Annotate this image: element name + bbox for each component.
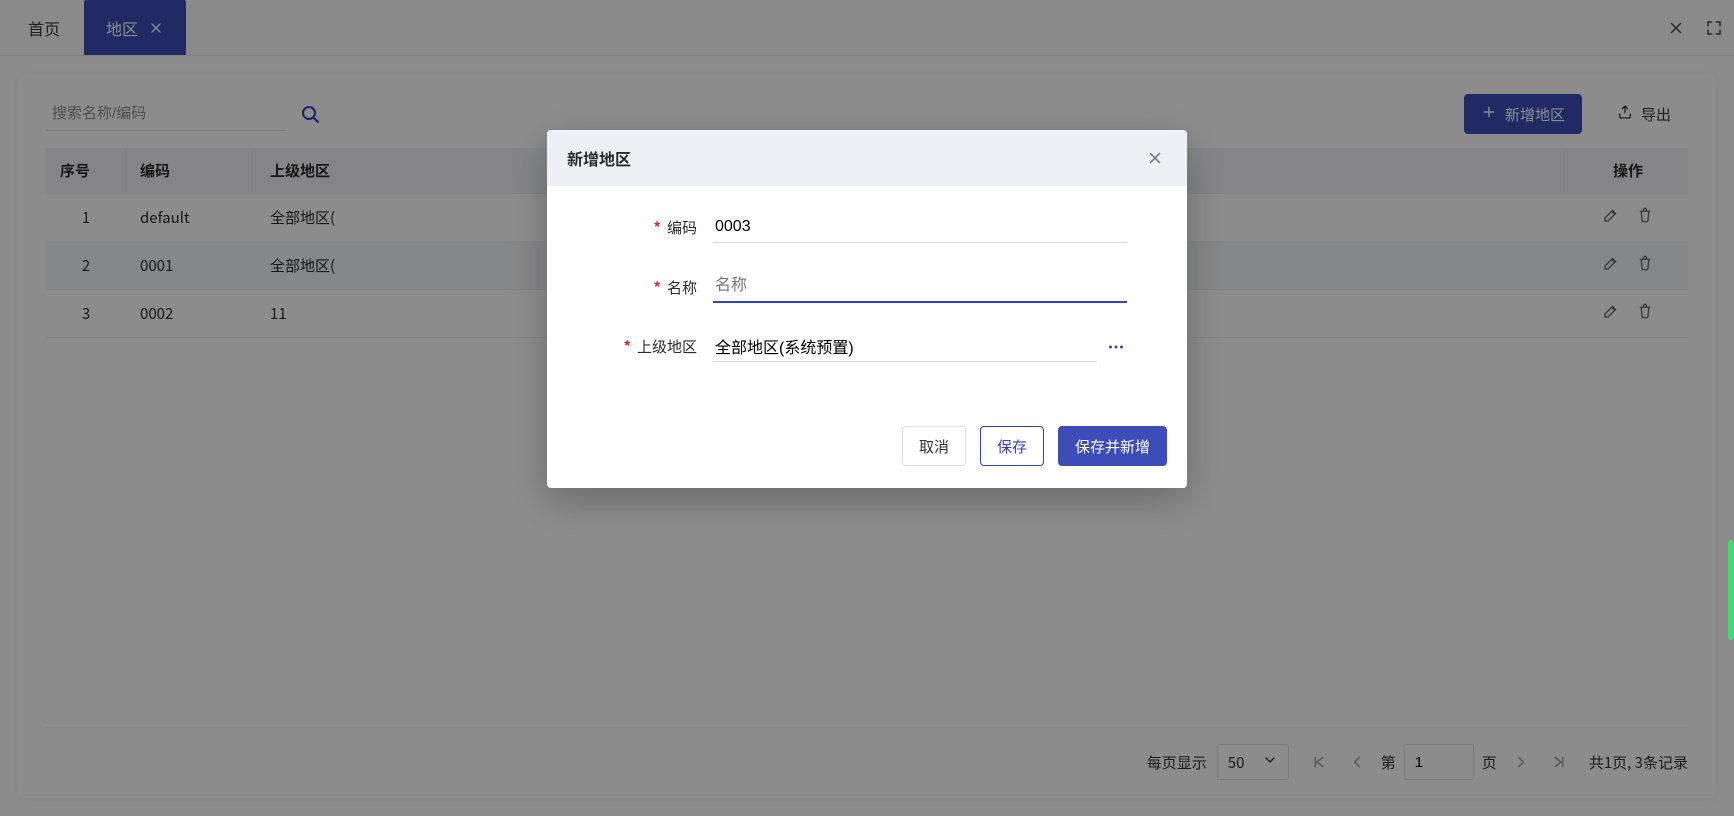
modal-overlay: 新增地区 *编码 *名称 *上级地区 bbox=[0, 0, 1734, 816]
add-region-modal: 新增地区 *编码 *名称 *上级地区 bbox=[547, 130, 1187, 488]
code-input[interactable] bbox=[713, 212, 1127, 243]
save-button[interactable]: 保存 bbox=[980, 426, 1044, 466]
parent-region-input[interactable] bbox=[713, 331, 1097, 362]
name-input[interactable] bbox=[713, 271, 1127, 303]
save-and-add-button[interactable]: 保存并新增 bbox=[1058, 426, 1167, 466]
cancel-button[interactable]: 取消 bbox=[902, 426, 966, 466]
modal-title: 新增地区 bbox=[567, 146, 631, 170]
field-label-parent: *上级地区 bbox=[607, 336, 697, 357]
open-picker-icon[interactable] bbox=[1105, 336, 1127, 358]
scrollbar-accent bbox=[1728, 540, 1734, 640]
modal-close-button[interactable] bbox=[1143, 146, 1167, 170]
field-label-code: *编码 bbox=[607, 217, 697, 238]
field-label-name: *名称 bbox=[607, 277, 697, 298]
